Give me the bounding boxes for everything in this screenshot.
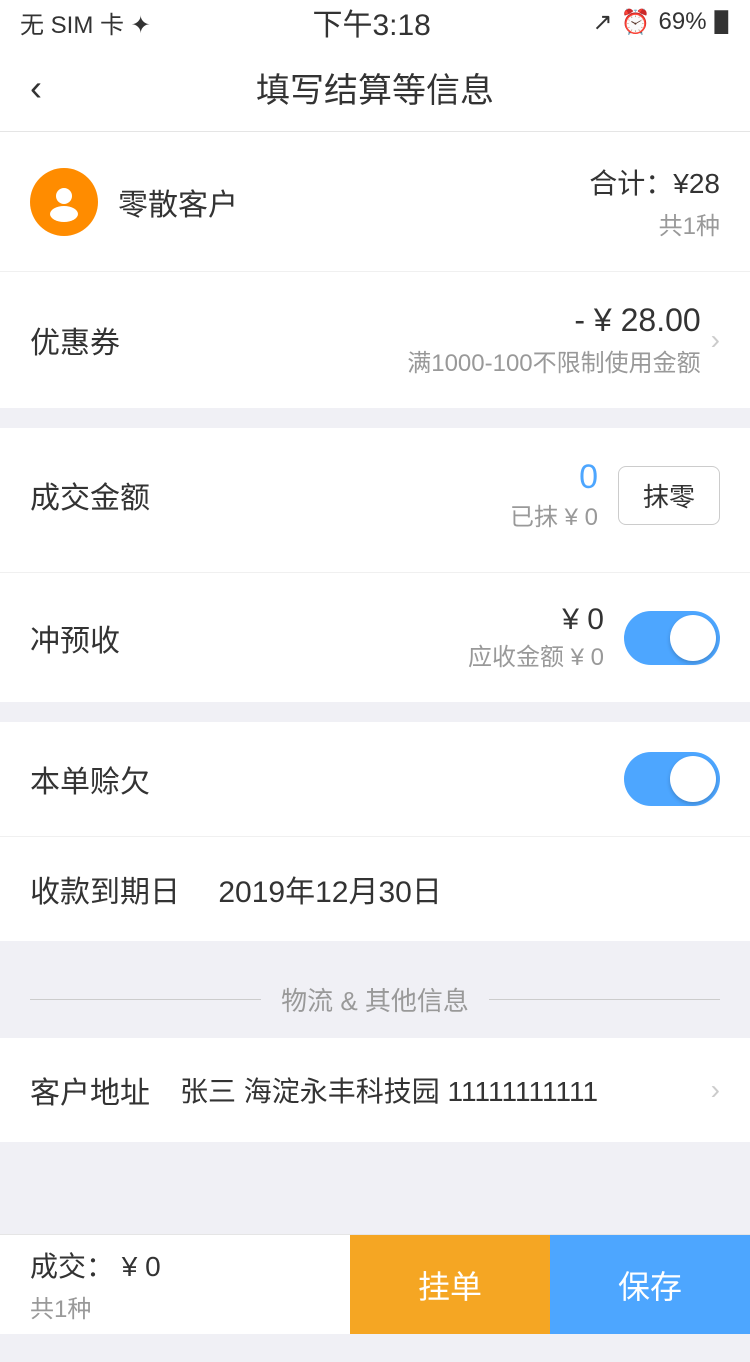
due-date-value: 2019年12月30日	[218, 876, 441, 909]
prepay-row: 冲预收 ¥ 0 应收金额 ¥ 0	[0, 572, 750, 702]
alarm-icon: ⏰	[621, 8, 651, 37]
due-date-label: 收款到期日	[30, 876, 180, 909]
prepay-toggle[interactable]	[624, 611, 720, 665]
deal-label: 成交金额	[30, 473, 150, 517]
prepay-label: 冲预收	[30, 616, 120, 660]
status-bar: 无 SIM 卡 ✦ 下午3:18 ↗ ⏰ 69% ▉	[0, 0, 750, 44]
status-left: 无 SIM 卡 ✦	[20, 5, 151, 40]
logistics-header: 物流 & 其他信息	[0, 961, 750, 1038]
bottom-deal-value: ¥ 0	[122, 1251, 161, 1282]
back-button[interactable]: ‹	[30, 67, 42, 109]
coupon-desc: 满1000-100不限制使用金额	[407, 343, 700, 378]
prepay-right: ¥ 0 应收金额 ¥ 0	[468, 603, 720, 672]
page-title: 填写结算等信息	[256, 63, 494, 112]
coupon-info: - ¥ 28.00 满1000-100不限制使用金额	[407, 302, 700, 378]
address-value: 张三 海淀永丰科技园 11111111111	[180, 1070, 711, 1110]
nav-bar: ‹ 填写结算等信息	[0, 44, 750, 132]
customer-left: 零散客户	[30, 168, 238, 236]
total-count: 共1种	[589, 206, 720, 241]
logistics-line-left	[30, 999, 261, 1000]
bottom-bar: 成交： ¥ 0 共1种 挂单 保存	[0, 1234, 750, 1334]
bottom-deal: 成交： ¥ 0	[30, 1245, 320, 1285]
sim-wifi-text: 无 SIM 卡 ✦	[20, 5, 151, 40]
battery-icon: ▉	[715, 10, 730, 35]
status-time: 下午3:18	[312, 0, 430, 44]
address-chevron-icon: ›	[711, 1074, 720, 1106]
hold-button[interactable]: 挂单	[350, 1235, 550, 1334]
bottom-deal-label: 成交：	[30, 1251, 114, 1282]
address-label: 客户地址	[30, 1068, 150, 1112]
coupon-amount: - ¥ 28.00	[407, 302, 700, 339]
user-icon	[44, 182, 84, 222]
chevron-right-icon: ›	[711, 324, 720, 356]
debt-label: 本单赊欠	[30, 757, 150, 801]
address-row[interactable]: 客户地址 张三 海淀永丰科技园 11111111111 ›	[0, 1038, 750, 1142]
debt-row: 本单赊欠	[0, 722, 750, 836]
logistics-line-right	[489, 999, 720, 1000]
debt-toggle-circle	[670, 756, 716, 802]
avatar	[30, 168, 98, 236]
deal-sub: 已抹 ¥ 0	[510, 497, 598, 532]
save-button[interactable]: 保存	[550, 1235, 750, 1334]
coupon-label: 优惠券	[30, 318, 120, 362]
customer-row: 零散客户 合计：¥28 共1种	[0, 132, 750, 271]
battery-text: 69%	[659, 8, 707, 36]
deal-amount-row: 成交金额 0 已抹 ¥ 0 抹零	[0, 428, 750, 572]
deal-row: 成交金额 0 已抹 ¥ 0 抹零	[30, 458, 720, 532]
bottom-summary: 成交： ¥ 0 共1种	[0, 1245, 350, 1324]
address-section: 客户地址 张三 海淀永丰科技园 11111111111 ›	[0, 1038, 750, 1142]
prepay-amount: ¥ 0	[468, 603, 604, 637]
coupon-row[interactable]: 优惠券 - ¥ 28.00 满1000-100不限制使用金额 ›	[0, 271, 750, 408]
logistics-title: 物流 & 其他信息	[281, 981, 469, 1018]
debt-toggle[interactable]	[624, 752, 720, 806]
deal-section: 成交金额 0 已抹 ¥ 0 抹零 冲预收 ¥ 0 应收金额 ¥ 0	[0, 428, 750, 702]
status-right: ↗ ⏰ 69% ▉	[593, 8, 730, 37]
round-zero-button[interactable]: 抹零	[618, 466, 720, 525]
location-icon: ↗	[593, 8, 613, 37]
prepay-sub: 应收金额 ¥ 0	[468, 637, 604, 672]
deal-value-wrap: 0 已抹 ¥ 0	[510, 458, 598, 532]
deal-right: 0 已抹 ¥ 0 抹零	[510, 458, 720, 532]
debt-section: 本单赊欠 收款到期日 2019年12月30日	[0, 722, 750, 941]
coupon-right: - ¥ 28.00 满1000-100不限制使用金额 ›	[407, 302, 720, 378]
bottom-count: 共1种	[30, 1289, 320, 1324]
total-amount: 合计：¥28	[589, 162, 720, 202]
deal-value: 0	[510, 458, 598, 497]
customer-right: 合计：¥28 共1种	[589, 162, 720, 241]
customer-section: 零散客户 合计：¥28 共1种 优惠券 - ¥ 28.00 满1000-100不…	[0, 132, 750, 408]
prepay-info: ¥ 0 应收金额 ¥ 0	[468, 603, 604, 672]
toggle-circle	[670, 615, 716, 661]
customer-name: 零散客户	[118, 180, 238, 224]
due-date-row: 收款到期日 2019年12月30日	[0, 836, 750, 941]
